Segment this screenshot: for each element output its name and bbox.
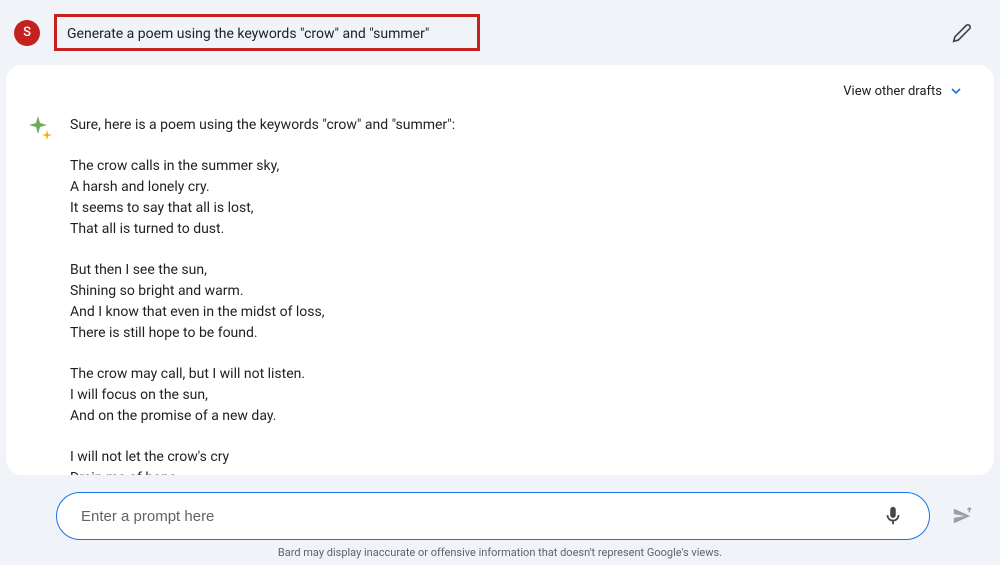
poem-line: But then I see the sun, <box>70 260 972 281</box>
poem-line: The crow may call, but I will not listen… <box>70 364 972 385</box>
poem-line: And on the promise of a new day. <box>70 406 972 427</box>
user-avatar: S <box>14 20 40 46</box>
microphone-button[interactable] <box>875 498 911 534</box>
response-body: Sure, here is a poem using the keywords … <box>28 115 972 475</box>
poem-line: The crow calls in the summer sky, <box>70 156 972 177</box>
poem-stanza: But then I see the sun,Shining so bright… <box>70 260 972 344</box>
poem-line: It seems to say that all is lost, <box>70 198 972 219</box>
prompt-input-wrap[interactable] <box>56 492 930 540</box>
chevron-down-icon <box>948 83 964 99</box>
poem-line: That all is turned to dust. <box>70 219 972 240</box>
input-area: Bard may display inaccurate or offensive… <box>0 482 1000 565</box>
poem-line: I will focus on the sun, <box>70 385 972 406</box>
user-prompt-text: Generate a poem using the keywords "crow… <box>67 26 429 42</box>
prompt-highlight-box: Generate a poem using the keywords "crow… <box>54 14 480 51</box>
poem-container: The crow calls in the summer sky,A harsh… <box>70 156 972 475</box>
poem-line: And I know that even in the midst of los… <box>70 302 972 323</box>
poem-line: There is still hope to be found. <box>70 323 972 344</box>
user-prompt-row: S Generate a poem using the keywords "cr… <box>0 0 1000 65</box>
edit-prompt-button[interactable] <box>944 15 980 51</box>
send-button[interactable] <box>944 498 980 534</box>
avatar-letter: S <box>23 25 31 40</box>
poem-line: Drain me of hope <box>70 468 972 475</box>
poem-stanza: The crow may call, but I will not listen… <box>70 364 972 427</box>
input-row <box>20 492 980 540</box>
bard-sparkle-icon <box>28 115 54 141</box>
poem-line: I will not let the crow's cry <box>70 447 972 468</box>
response-header: View other drafts <box>28 79 972 103</box>
response-intro: Sure, here is a poem using the keywords … <box>70 115 972 136</box>
send-icon <box>951 505 973 527</box>
pencil-icon <box>952 23 972 43</box>
prompt-input[interactable] <box>81 508 875 525</box>
poem-line: A harsh and lonely cry. <box>70 177 972 198</box>
poem-stanza: The crow calls in the summer sky,A harsh… <box>70 156 972 240</box>
disclaimer-text: Bard may display inaccurate or offensive… <box>20 540 980 561</box>
response-content: Sure, here is a poem using the keywords … <box>70 115 972 475</box>
microphone-icon <box>882 505 904 527</box>
response-card: View other drafts Sure, here is a poem u… <box>6 65 994 475</box>
poem-stanza: I will not let the crow's cryDrain me of… <box>70 447 972 475</box>
poem-line: Shining so bright and warm. <box>70 281 972 302</box>
view-drafts-button[interactable]: View other drafts <box>835 79 972 103</box>
view-drafts-label: View other drafts <box>843 84 942 99</box>
